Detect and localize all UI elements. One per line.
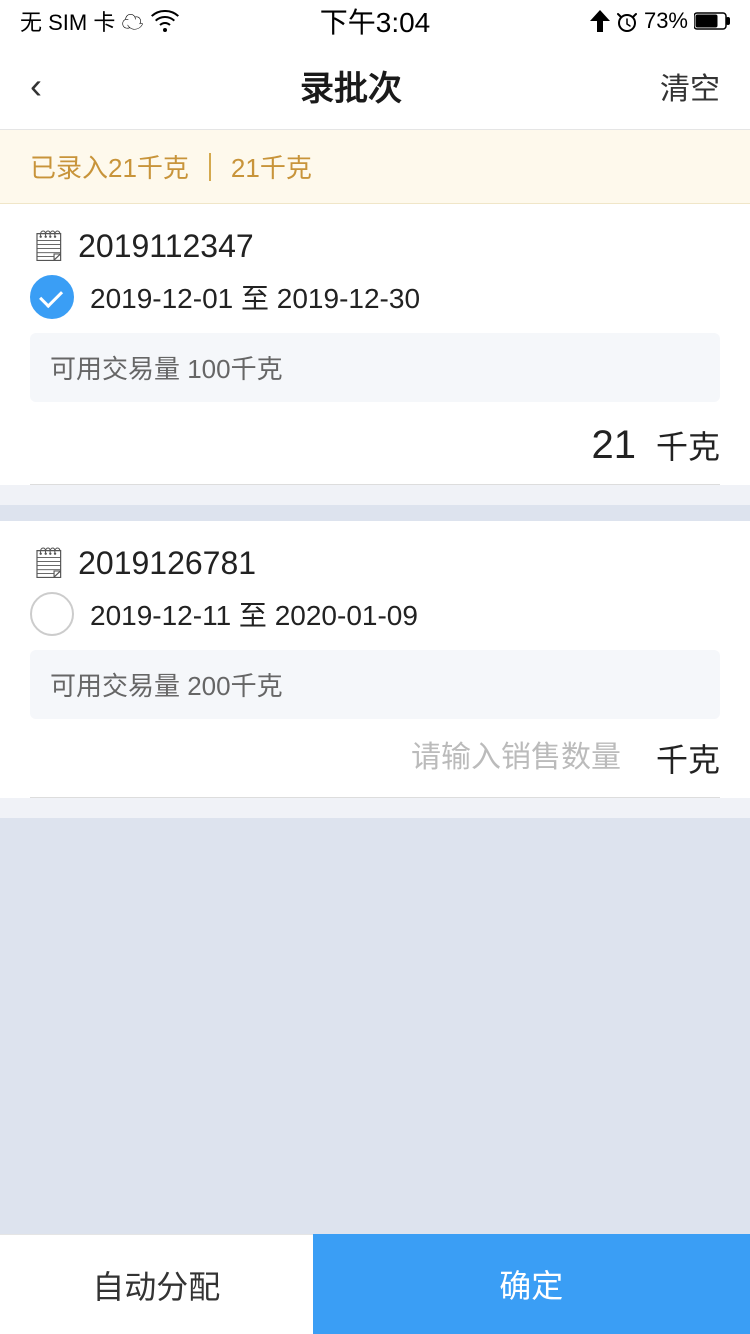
batch1-date: 2019-12-01 至 2019-12-30	[90, 277, 420, 317]
back-button[interactable]: ‹	[30, 65, 42, 107]
auto-distribute-button[interactable]: 自动分配	[0, 1234, 313, 1334]
summary-divider	[209, 153, 211, 181]
batch1-id: 2019112347	[78, 228, 254, 265]
batch1-id-row: 🗒 2019112347	[30, 228, 720, 265]
batch2-id: 2019126781	[78, 545, 256, 582]
confirm-button[interactable]: 确定	[313, 1234, 750, 1334]
status-time: 下午3:04	[320, 1, 431, 41]
section-divider	[0, 505, 750, 521]
batch-card-2: 🗒 2019126781 2019-12-11 至 2020-01-09 可用交…	[0, 521, 750, 798]
wifi-icon	[151, 10, 179, 32]
summary-banner: 已录入21千克 21千克	[0, 130, 750, 204]
bottom-gray-area	[0, 818, 750, 1248]
batch2-date-row[interactable]: 2019-12-11 至 2020-01-09	[30, 592, 720, 636]
location-icon	[590, 10, 610, 32]
batch1-quantity-row: 21 千克	[0, 402, 750, 468]
batch1-divider	[30, 484, 720, 485]
battery-icon	[694, 12, 730, 30]
batch2-radio[interactable]	[30, 592, 74, 636]
summary-entered-label: 已录入21千克	[30, 148, 189, 185]
batch1-icon: 🗒	[30, 229, 68, 264]
batch2-available: 可用交易量 200千克	[30, 650, 720, 719]
no-sim-text: 无 SIM 卡 ☁	[20, 5, 143, 37]
batch2-quantity-input-row[interactable]: 千克	[0, 719, 750, 781]
battery-text: 73%	[644, 8, 688, 34]
clear-button[interactable]: 清空	[660, 64, 720, 108]
batch2-quantity-unit: 千克	[656, 735, 720, 781]
batch2-quantity-input[interactable]	[30, 741, 636, 775]
batch2-divider	[30, 797, 720, 798]
batch1-quantity-value: 21	[591, 423, 636, 468]
alarm-icon	[616, 10, 638, 32]
batch1-radio[interactable]	[30, 275, 74, 319]
status-right: 73%	[590, 8, 730, 34]
bottom-buttons: 自动分配 确定	[0, 1234, 750, 1334]
batch2-icon: 🗒	[30, 546, 68, 581]
batch1-quantity-unit: 千克	[656, 422, 720, 468]
batch2-date: 2019-12-11 至 2020-01-09	[90, 594, 418, 634]
batch1-date-row[interactable]: 2019-12-01 至 2019-12-30	[30, 275, 720, 319]
batch2-id-row: 🗒 2019126781	[30, 545, 720, 582]
batch-card-1: 🗒 2019112347 2019-12-01 至 2019-12-30 可用交…	[0, 204, 750, 485]
nav-bar: ‹ 录批次 清空	[0, 42, 750, 130]
status-bar: 无 SIM 卡 ☁ 下午3:04 73%	[0, 0, 750, 42]
summary-value: 21千克	[231, 148, 312, 185]
page-title: 录批次	[300, 61, 402, 110]
status-left: 无 SIM 卡 ☁	[20, 5, 179, 37]
batch1-available: 可用交易量 100千克	[30, 333, 720, 402]
